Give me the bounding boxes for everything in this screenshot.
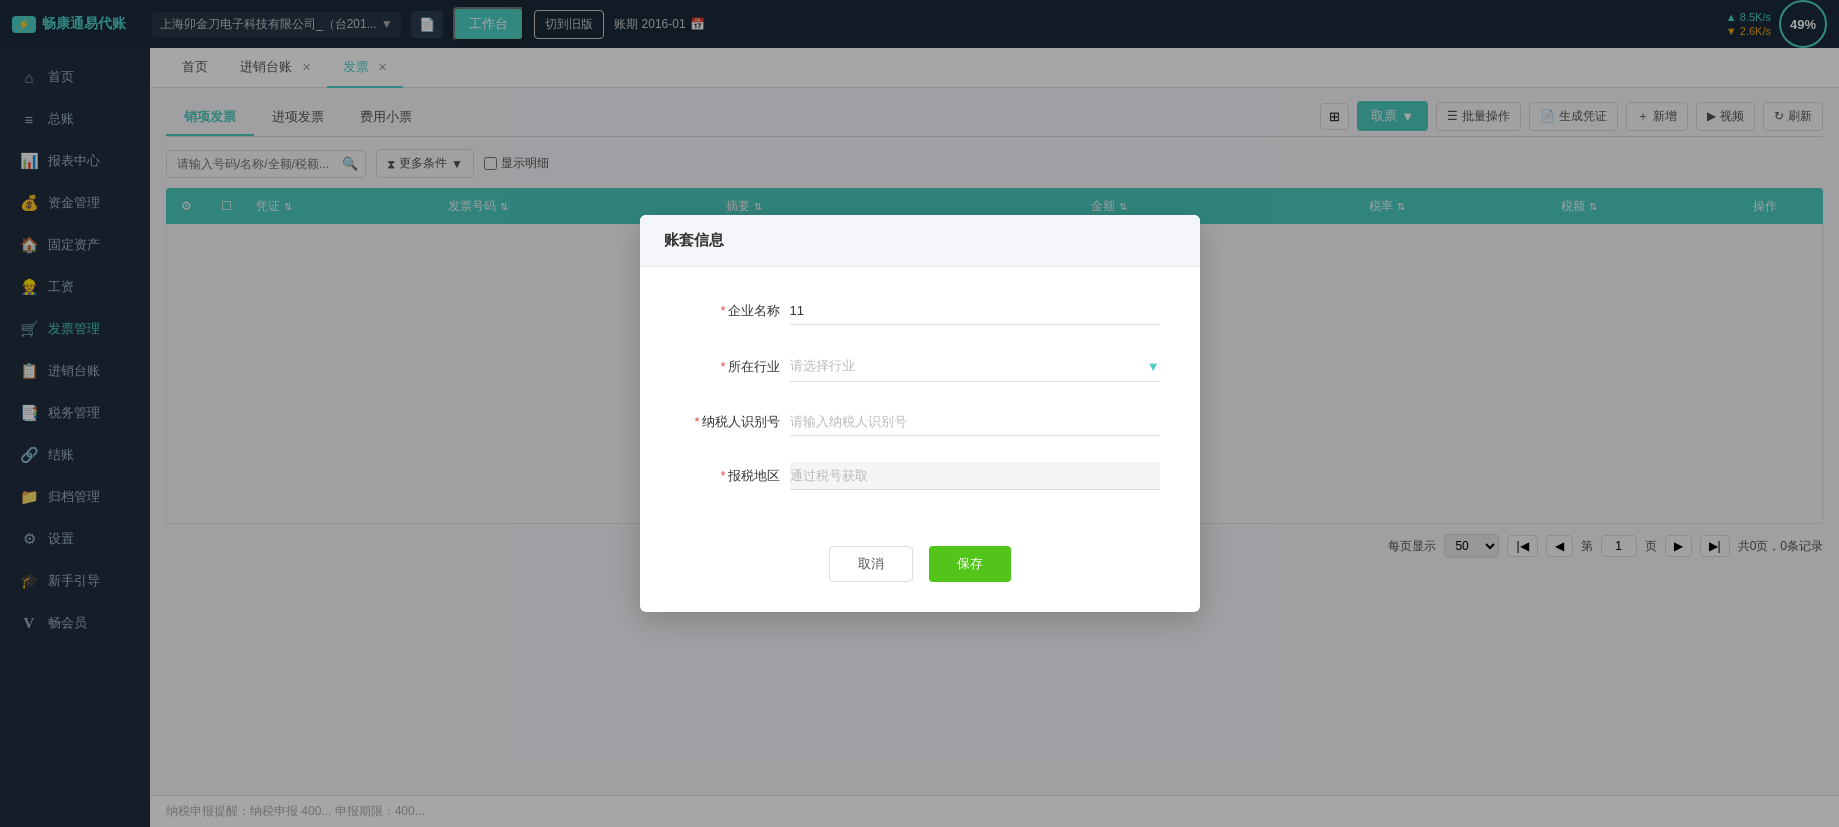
form-row-tax-region: *报税地区: [680, 462, 1160, 490]
cancel-button[interactable]: 取消: [829, 546, 913, 582]
tax-region-label: *报税地区: [680, 467, 790, 485]
tax-id-input[interactable]: [790, 408, 1160, 436]
save-button[interactable]: 保存: [929, 546, 1011, 582]
form-row-tax-id: *纳税人识别号: [680, 408, 1160, 436]
form-row-company: *企业名称: [680, 297, 1160, 325]
industry-label: *所在行业: [680, 358, 790, 376]
modal-overlay[interactable]: 账套信息 *企业名称 *所在行业 请选择行业 ▼: [0, 0, 1839, 827]
industry-placeholder: 请选择行业: [790, 357, 855, 375]
tax-region-input: [790, 462, 1160, 490]
industry-dropdown-icon: ▼: [1147, 359, 1160, 374]
tax-id-label: *纳税人识别号: [680, 413, 790, 431]
account-info-modal: 账套信息 *企业名称 *所在行业 请选择行业 ▼: [640, 215, 1200, 612]
modal-title: 账套信息: [640, 215, 1200, 267]
form-row-industry: *所在行业 请选择行业 ▼: [680, 351, 1160, 382]
modal-body: *企业名称 *所在行业 请选择行业 ▼ *纳税人识别号: [640, 267, 1200, 536]
industry-select[interactable]: 请选择行业 ▼: [790, 351, 1160, 382]
modal-footer: 取消 保存: [640, 536, 1200, 582]
company-name-label: *企业名称: [680, 302, 790, 320]
company-name-input[interactable]: [790, 297, 1160, 325]
